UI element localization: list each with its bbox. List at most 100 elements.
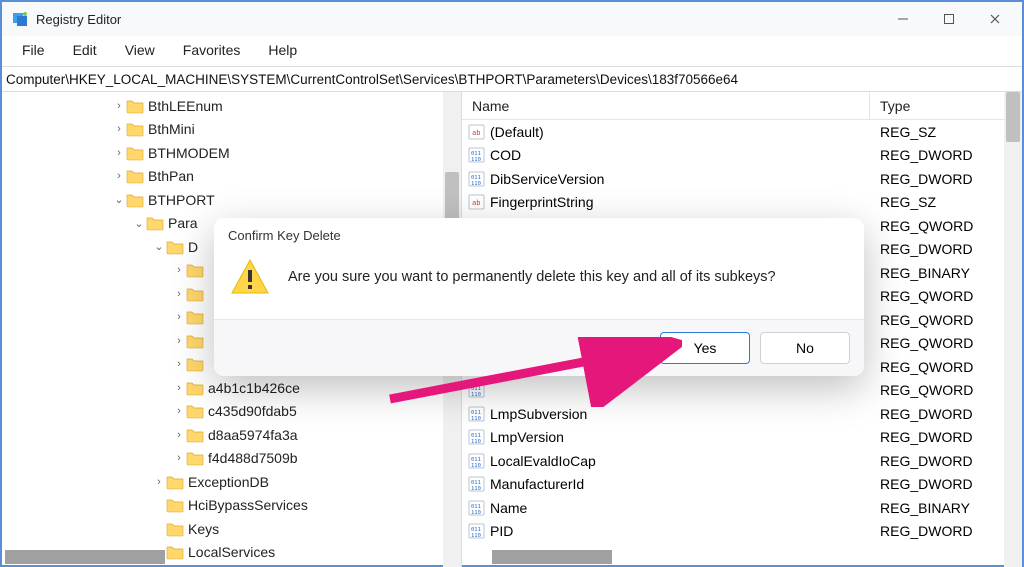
folder-icon	[126, 145, 144, 161]
folder-icon	[166, 497, 184, 513]
tree-item[interactable]: › d8aa5974fa3a	[2, 423, 461, 447]
folder-icon	[186, 356, 204, 372]
folder-icon	[186, 403, 204, 419]
chevron-right-icon[interactable]: ›	[172, 335, 186, 347]
tree-item-label: f4d488d7509b	[208, 450, 298, 466]
list-row[interactable]: 011110REG_QWORD	[462, 379, 1022, 403]
chevron-right-icon[interactable]: ›	[172, 358, 186, 370]
svg-text:ab: ab	[472, 129, 480, 137]
value-type: REG_QWORD	[870, 288, 1022, 304]
folder-icon	[186, 309, 204, 325]
chevron-down-icon[interactable]: ⌄	[132, 217, 146, 230]
list-row[interactable]: 011110LocalEvaldIoCapREG_DWORD	[462, 449, 1022, 473]
value-name: DibServiceVersion	[490, 171, 604, 187]
dialog-message: Are you sure you want to permanently del…	[288, 269, 776, 285]
chevron-right-icon[interactable]: ›	[112, 147, 126, 159]
app-icon	[12, 10, 30, 28]
folder-icon	[186, 286, 204, 302]
svg-text:110: 110	[471, 486, 481, 492]
chevron-right-icon[interactable]: ›	[172, 429, 186, 441]
folder-icon	[166, 544, 184, 560]
value-type: REG_DWORD	[870, 523, 1022, 539]
dialog-no-button[interactable]: No	[760, 332, 850, 364]
value-type: REG_QWORD	[870, 382, 1022, 398]
folder-icon	[146, 215, 164, 231]
chevron-right-icon[interactable]: ›	[152, 476, 166, 488]
svg-text:ab: ab	[472, 199, 480, 207]
value-type: REG_SZ	[870, 194, 1022, 210]
maximize-button[interactable]	[926, 2, 972, 36]
dialog-yes-button[interactable]: Yes	[660, 332, 750, 364]
list-row[interactable]: ab(Default)REG_SZ	[462, 120, 1022, 144]
svg-text:110: 110	[471, 533, 481, 539]
list-row[interactable]: 011110CODREG_DWORD	[462, 144, 1022, 168]
reg-bin-icon: 011110	[468, 170, 486, 188]
chevron-down-icon[interactable]: ⌄	[152, 240, 166, 253]
titlebar: Registry Editor	[2, 2, 1022, 36]
value-type: REG_DWORD	[870, 453, 1022, 469]
list-hscroll[interactable]	[492, 550, 612, 564]
tree-hscroll[interactable]	[5, 550, 165, 564]
list-row[interactable]: 011110PIDREG_DWORD	[462, 520, 1022, 544]
value-type: REG_BINARY	[870, 500, 1022, 516]
value-name: PID	[490, 523, 513, 539]
folder-icon	[186, 450, 204, 466]
tree-item-label: ExceptionDB	[188, 474, 269, 490]
svg-text:110: 110	[471, 416, 481, 422]
menu-help[interactable]: Help	[254, 40, 311, 60]
reg-bin-icon: 011110	[468, 499, 486, 517]
list-row[interactable]: ab FingerprintString REG_SZ	[462, 191, 1022, 215]
menu-file[interactable]: File	[8, 40, 59, 60]
tree-item[interactable]: ›c435d90fdab5	[2, 400, 461, 424]
address-bar[interactable]: Computer\HKEY_LOCAL_MACHINE\SYSTEM\Curre…	[2, 66, 1022, 92]
chevron-right-icon[interactable]: ›	[172, 311, 186, 323]
tree-item[interactable]: ›BthMini	[2, 118, 461, 142]
close-button[interactable]	[972, 2, 1018, 36]
chevron-down-icon[interactable]: ⌄	[112, 193, 126, 206]
tree-item[interactable]: › a4b1c1b426ce	[2, 376, 461, 400]
value-type: REG_SZ	[870, 124, 1022, 140]
chevron-right-icon[interactable]: ›	[172, 405, 186, 417]
menu-favorites[interactable]: Favorites	[169, 40, 255, 60]
col-header-name[interactable]: Name	[462, 92, 870, 119]
list-row[interactable]: 011110NameREG_BINARY	[462, 496, 1022, 520]
value-type: REG_DWORD	[870, 241, 1022, 257]
chevron-right-icon[interactable]: ›	[172, 264, 186, 276]
list-vscroll[interactable]	[1004, 92, 1022, 567]
chevron-right-icon[interactable]: ›	[112, 170, 126, 182]
tree-item-label: a4b1c1b426ce	[208, 380, 300, 396]
list-row[interactable]: 011110LmpSubversionREG_DWORD	[462, 402, 1022, 426]
value-type: REG_QWORD	[870, 312, 1022, 328]
minimize-button[interactable]	[880, 2, 926, 36]
menu-edit[interactable]: Edit	[59, 40, 111, 60]
folder-icon	[186, 333, 204, 349]
tree-item[interactable]: ›BTHMODEM	[2, 141, 461, 165]
menu-view[interactable]: View	[111, 40, 169, 60]
list-row[interactable]: 011110DibServiceVersionREG_DWORD	[462, 167, 1022, 191]
tree-item[interactable]: HciBypassServices	[2, 494, 461, 518]
chevron-right-icon[interactable]: ›	[112, 100, 126, 112]
value-name: FingerprintString	[490, 194, 594, 210]
svg-text:110: 110	[471, 392, 481, 398]
list-row[interactable]: 011110LmpVersionREG_DWORD	[462, 426, 1022, 450]
dialog-title: Confirm Key Delete	[214, 218, 864, 251]
chevron-right-icon[interactable]: ›	[172, 288, 186, 300]
reg-bin-icon: 011110	[468, 405, 486, 423]
chevron-right-icon[interactable]: ›	[172, 382, 186, 394]
svg-text:110: 110	[471, 181, 481, 187]
tree-item[interactable]: Keys	[2, 517, 461, 541]
value-type: REG_QWORD	[870, 359, 1022, 375]
tree-item-label: d8aa5974fa3a	[208, 427, 298, 443]
svg-text:110: 110	[471, 439, 481, 445]
chevron-right-icon[interactable]: ›	[172, 452, 186, 464]
chevron-right-icon[interactable]: ›	[112, 123, 126, 135]
list-row[interactable]: 011110ManufacturerIdREG_DWORD	[462, 473, 1022, 497]
tree-item[interactable]: ›BthLEEnum	[2, 94, 461, 118]
reg-sz-icon: ab	[468, 193, 486, 211]
tree-item[interactable]: ›BthPan	[2, 165, 461, 189]
tree-item[interactable]: › f4d488d7509b	[2, 447, 461, 471]
tree-item[interactable]: › ExceptionDB	[2, 470, 461, 494]
col-header-type[interactable]: Type	[870, 98, 1022, 114]
reg-bin-icon: 011110	[468, 428, 486, 446]
tree-item[interactable]: ⌄BTHPORT	[2, 188, 461, 212]
